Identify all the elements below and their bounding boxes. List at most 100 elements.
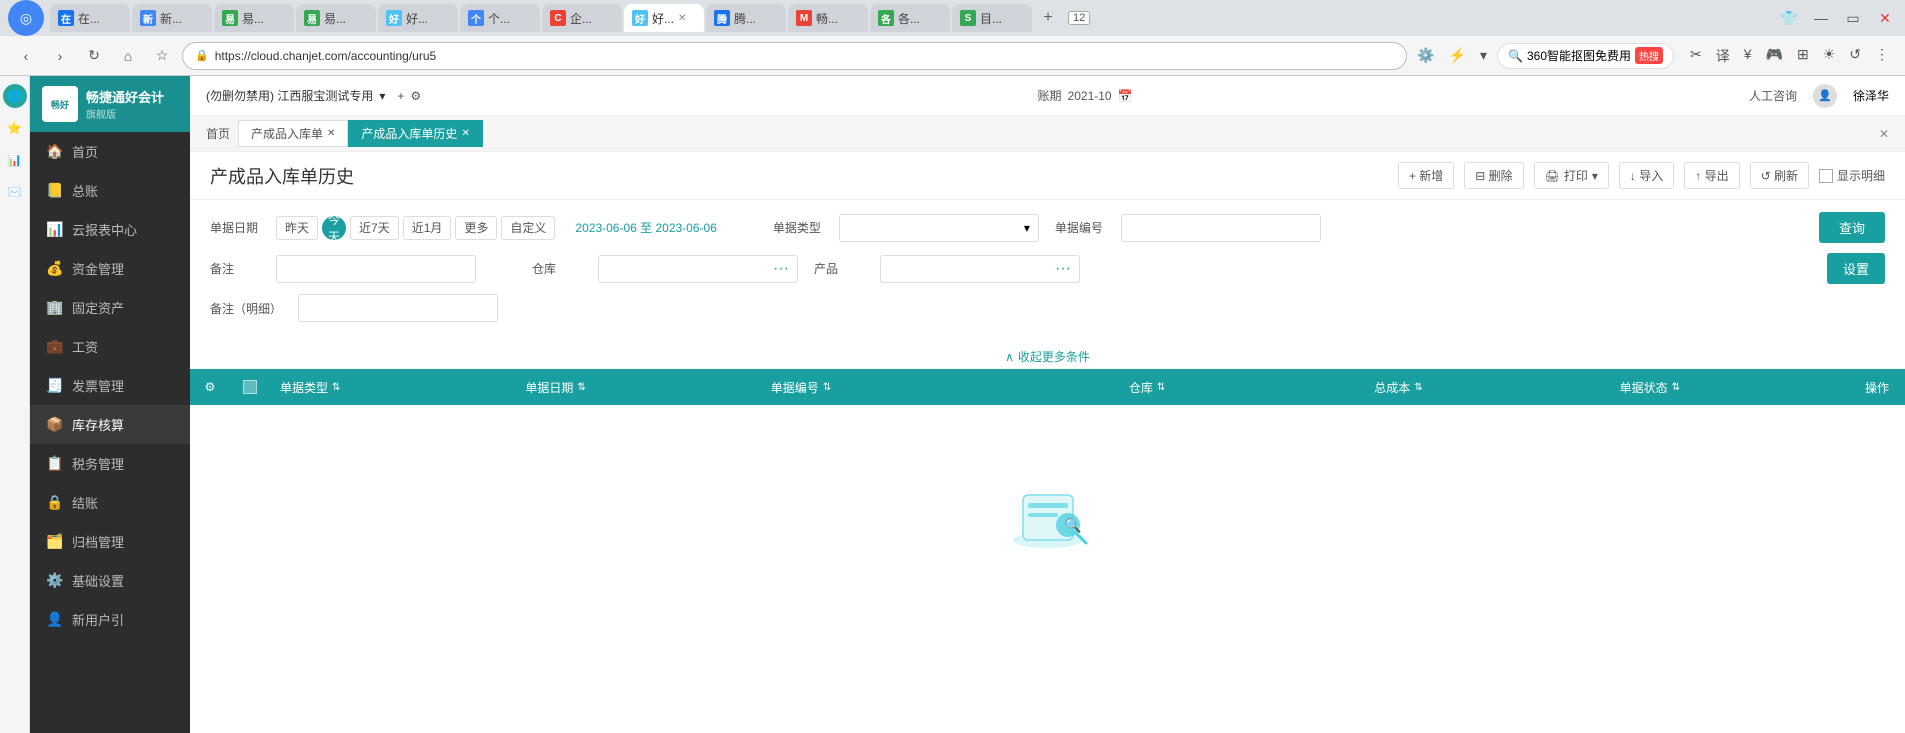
lightning-icon[interactable]: ⚡	[1445, 43, 1470, 68]
th-warehouse[interactable]: 仓库 ⇅	[1119, 379, 1364, 396]
forward-button[interactable]: ›	[46, 42, 74, 70]
date-btn-yesterday[interactable]: 昨天	[276, 216, 318, 240]
nav-item-funds[interactable]: 💰 资金管理	[30, 249, 190, 288]
tab-history-close[interactable]: ✕	[461, 128, 469, 139]
tab-qi[interactable]: C 企...	[542, 4, 622, 32]
settings-button[interactable]: 设置	[1827, 253, 1885, 284]
reload-button[interactable]: ↻	[80, 42, 108, 70]
th-voucher-date[interactable]: 单据日期 ⇅	[515, 379, 760, 396]
company-selector[interactable]: (勿删勿禁用) 江西服宝测试专用 ▾	[206, 87, 385, 104]
close-panel-button[interactable]: ✕	[1879, 127, 1889, 141]
extensions-button[interactable]: ⚙️	[1413, 43, 1438, 68]
page-tab-history[interactable]: 产成品入库单历史 ✕	[348, 120, 482, 147]
voucher-no-input[interactable]	[1121, 214, 1321, 242]
query-button[interactable]: 查询	[1819, 212, 1885, 243]
refresh-button[interactable]: ↺ 刷新	[1750, 162, 1809, 189]
scissors-icon[interactable]: ✂	[1686, 42, 1706, 70]
back-button[interactable]: ‹	[12, 42, 40, 70]
nav-item-settings[interactable]: ⚙️ 基础设置	[30, 561, 190, 600]
address-input[interactable]: 🔒 https://cloud.chanjet.com/accounting/u…	[182, 42, 1407, 70]
warehouse-select[interactable]: ···	[598, 255, 798, 283]
tab-count[interactable]: 12	[1068, 11, 1090, 25]
page-tab-list[interactable]: 产成品入库单 ✕	[238, 120, 348, 147]
nav-item-payroll[interactable]: 💼 工资	[30, 327, 190, 366]
tab-list-close[interactable]: ✕	[327, 128, 335, 139]
search-bar[interactable]: 🔍 360智能抠图免费用 热搜	[1497, 43, 1674, 69]
window-minimize-button[interactable]: —	[1809, 6, 1833, 30]
date-btn-7days[interactable]: 近7天	[350, 216, 399, 240]
nav-item-inventory[interactable]: 📦 库存核算	[30, 405, 190, 444]
remark-input[interactable]	[276, 255, 476, 283]
remark-label: 备注	[210, 260, 260, 277]
game-icon[interactable]: 🎮	[1762, 42, 1787, 70]
tab-ge[interactable]: 个 个...	[460, 4, 540, 32]
nav-item-invoice[interactable]: 🧾 发票管理	[30, 366, 190, 405]
show-detail-checkbox[interactable]	[1819, 169, 1833, 183]
dropdown-icon[interactable]: ▾	[1476, 43, 1491, 68]
window-shirt-icon[interactable]: 👕	[1777, 6, 1801, 30]
nav-item-cloud-reports[interactable]: 📊 云报表中心	[30, 210, 190, 249]
tab-hao1[interactable]: 好 好...	[378, 4, 458, 32]
translate-icon[interactable]: 译	[1712, 42, 1734, 70]
product-dots-icon[interactable]: ···	[1055, 260, 1071, 278]
brightness-icon[interactable]: ☀	[1819, 42, 1840, 70]
th-voucher-type[interactable]: 单据类型 ⇅	[270, 379, 515, 396]
breadcrumb-home[interactable]: 首页	[206, 125, 230, 142]
delete-button[interactable]: ⊟ 删除	[1464, 162, 1523, 189]
bookmark-button[interactable]: ☆	[148, 42, 176, 70]
tab-close-8[interactable]: ✕	[678, 13, 686, 24]
settings-gear-icon[interactable]: ⚙	[410, 89, 421, 103]
tab-zaixin[interactable]: 在 在...	[50, 4, 130, 32]
nav-item-home[interactable]: 🏠 首页	[30, 132, 190, 171]
icon-sidebar: 🌐 ⭐ 📊 ✉️	[0, 76, 30, 733]
nav-item-checkout[interactable]: 🔒 结账	[30, 483, 190, 522]
window-close-button[interactable]: ✕	[1873, 6, 1897, 30]
new-tab-button[interactable]: +	[1034, 4, 1062, 32]
home-button[interactable]: ⌂	[114, 42, 142, 70]
th-checkbox[interactable]	[230, 380, 270, 394]
sidebar-icon-mail[interactable]: ✉️	[3, 180, 27, 204]
sidebar-icon-star[interactable]: ⭐	[3, 116, 27, 140]
th-gear[interactable]: ⚙	[190, 380, 230, 394]
date-btn-today[interactable]: 今天	[322, 216, 346, 240]
header-checkbox[interactable]	[243, 380, 257, 394]
new-button[interactable]: + 新增	[1398, 162, 1454, 189]
import-button[interactable]: ↓ 导入	[1619, 162, 1674, 189]
warehouse-dots-icon[interactable]: ···	[773, 260, 789, 278]
tab-new[interactable]: 新 新...	[132, 4, 212, 32]
tab-mu[interactable]: S 目...	[952, 4, 1032, 32]
date-btn-more[interactable]: 更多	[455, 216, 497, 240]
th-total-cost[interactable]: 总成本 ⇅	[1364, 379, 1609, 396]
undo-icon[interactable]: ↺	[1845, 42, 1865, 70]
remark-detail-input[interactable]	[298, 294, 498, 322]
tab-chang[interactable]: M 畅...	[788, 4, 868, 32]
grid-icon[interactable]: ⊞	[1793, 42, 1813, 70]
tab-hao2[interactable]: 好 好... ✕	[624, 4, 704, 32]
export-button[interactable]: ↑ 导出	[1684, 162, 1739, 189]
product-select[interactable]: ···	[880, 255, 1080, 283]
more-icon[interactable]: ⋮	[1871, 42, 1893, 70]
voucher-type-select[interactable]: ▾	[839, 214, 1039, 242]
nav-item-general-ledger[interactable]: 📒 总账	[30, 171, 190, 210]
sidebar-icon-chart[interactable]: 📊	[3, 148, 27, 172]
sidebar-icon-browser[interactable]: 🌐	[3, 84, 27, 108]
th-voucher-no[interactable]: 单据编号 ⇅	[761, 379, 1119, 396]
tab-yi2[interactable]: 易 易...	[296, 4, 376, 32]
nav-item-tax[interactable]: 📋 税务管理	[30, 444, 190, 483]
tab-teng[interactable]: 腾 腾...	[706, 4, 786, 32]
window-maximize-button[interactable]: ▭	[1841, 6, 1865, 30]
th-voucher-status[interactable]: 单据状态 ⇅	[1610, 379, 1855, 396]
nav-item-new-user[interactable]: 👤 新用户引	[30, 600, 190, 639]
tab-yi1[interactable]: 易 易...	[214, 4, 294, 32]
yuan-icon[interactable]: ¥	[1740, 42, 1756, 70]
collapse-button[interactable]: ∧ 收起更多条件	[1005, 348, 1090, 365]
nav-item-fixed-assets[interactable]: 🏢 固定资产	[30, 288, 190, 327]
calendar-icon[interactable]: 📅	[1118, 89, 1133, 103]
tab-ge2[interactable]: 各 各...	[870, 4, 950, 32]
print-button[interactable]: 🖨 打印 ▾	[1534, 162, 1609, 189]
add-company-button[interactable]: +	[397, 89, 404, 103]
nav-item-archive[interactable]: 🗂️ 归档管理	[30, 522, 190, 561]
date-btn-custom[interactable]: 自定义	[501, 216, 555, 240]
ai-consult-button[interactable]: 人工咨询	[1749, 87, 1797, 104]
date-btn-1month[interactable]: 近1月	[403, 216, 452, 240]
